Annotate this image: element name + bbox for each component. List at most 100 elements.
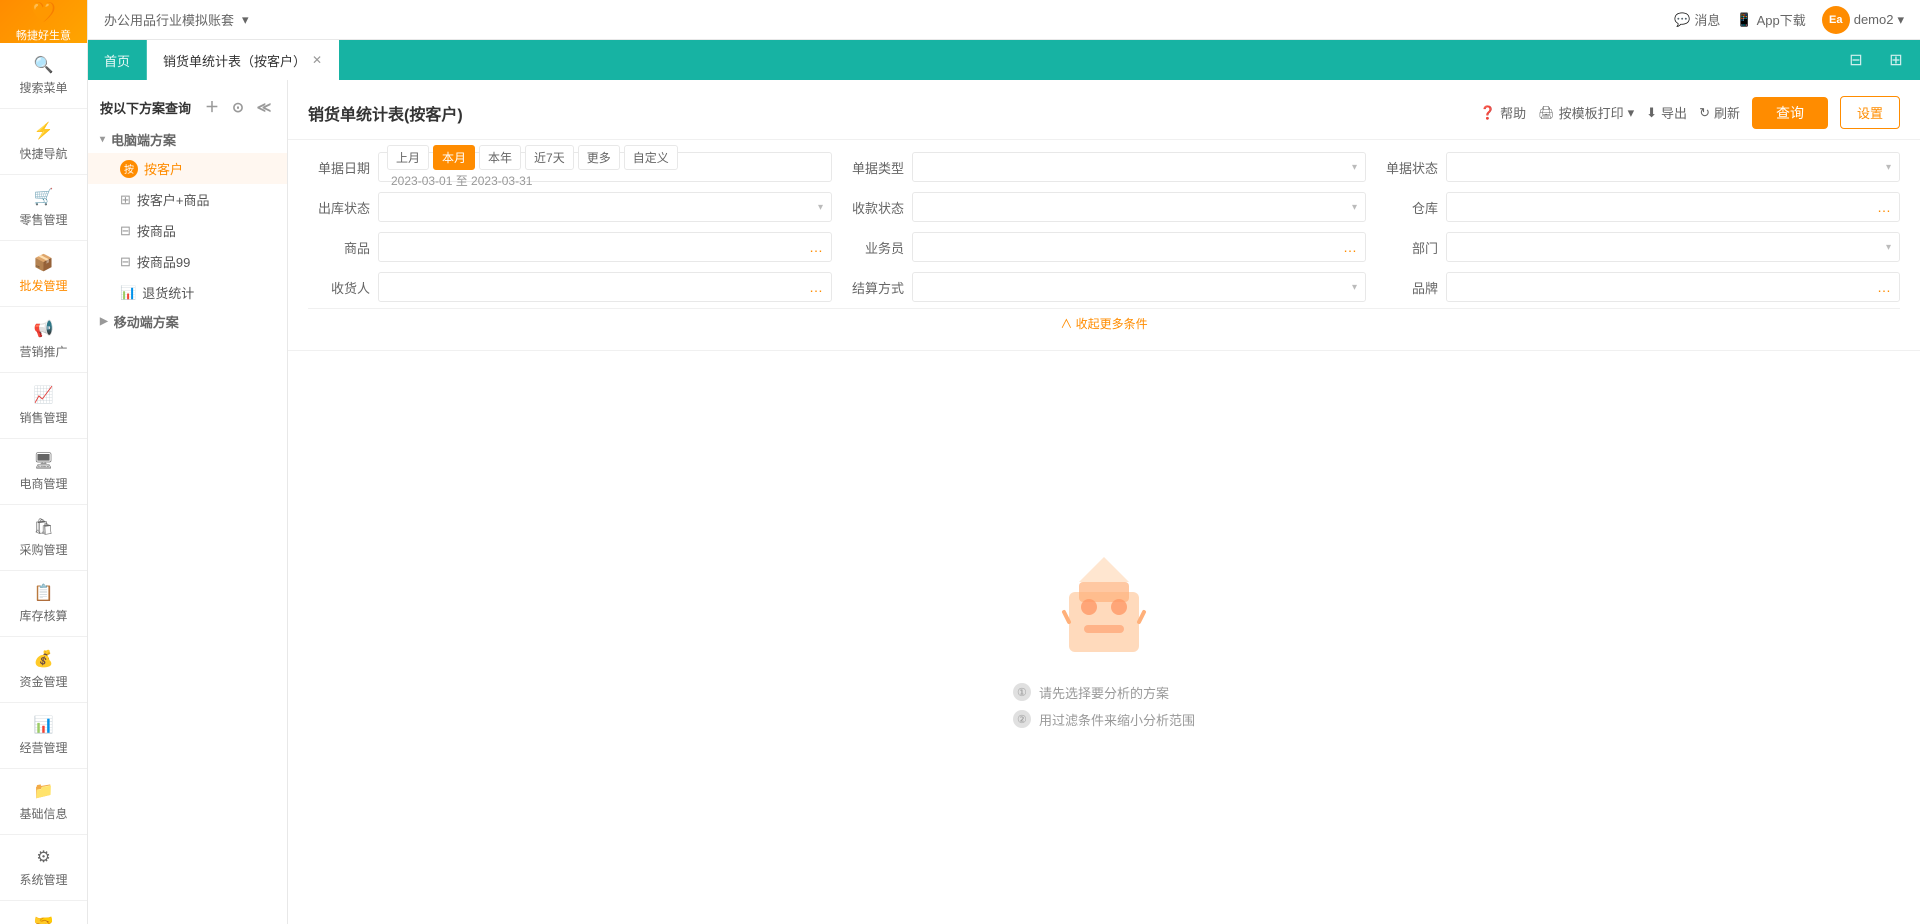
sidebar-item-retail[interactable]: 🛒 零售管理 <box>0 175 88 241</box>
sales-icon: 📈 <box>4 385 84 405</box>
empty-illustration <box>1044 547 1164 667</box>
doc-status-chevron: ▾ <box>1886 162 1891 173</box>
empty-hint-1: ① 请先选择要分析的方案 <box>1013 683 1195 702</box>
out-status-select[interactable]: ▾ <box>378 192 832 222</box>
industry-label: 办公用品行业模拟账套 <box>104 10 234 29</box>
salesman-label: 业务员 <box>842 238 912 257</box>
logo-text: 畅捷好生意 <box>16 27 71 43</box>
message-icon: 💬 <box>1674 12 1690 28</box>
left-panel-title: 按以下方案查询 <box>100 98 191 117</box>
product-input[interactable]: … <box>378 232 832 262</box>
tree-section-mobile[interactable]: ▶ 移动端方案 <box>88 308 287 335</box>
date-this-month[interactable]: 本月 <box>433 145 475 170</box>
sidebar-item-marketing[interactable]: 📢 营销推广 <box>0 307 88 373</box>
topbar-right: 💬 消息 📱 App下载 Ea demo2 ▾ <box>1674 6 1904 34</box>
app-download-label: App下载 <box>1757 10 1806 29</box>
tab-home[interactable]: 首页 <box>88 40 147 80</box>
collapse-panel-button[interactable]: ≪ <box>253 96 275 118</box>
industry-dropdown-icon: ▾ <box>242 12 249 28</box>
chevron-down-icon: ▾ <box>100 134 105 145</box>
product99-icon: ⊟ <box>120 254 131 270</box>
left-panel-header: 按以下方案查询 ＋ ⊙ ≪ <box>88 88 287 126</box>
message-label: 消息 <box>1694 10 1720 29</box>
sidebar-item-finance[interactable]: 💰 资金管理 <box>0 637 88 703</box>
sales-stat-tab-label: 销货单统计表（按客户） <box>163 51 306 70</box>
system-icon: ⚙ <box>4 847 84 867</box>
export-button[interactable]: ⬇ 导出 <box>1646 103 1687 122</box>
settle-select[interactable]: ▾ <box>912 272 1366 302</box>
tree-item-return-stat[interactable]: 📊 退货统计 <box>88 277 287 308</box>
sidebar-item-system[interactable]: ⚙ 系统管理 <box>0 835 88 901</box>
tree-item-by-customer[interactable]: 按 按客户 <box>88 153 287 184</box>
print-label: 按模板打印 <box>1559 103 1624 122</box>
sidebar-item-cooperation[interactable]: 🤝 企业协同 <box>0 901 88 924</box>
sidebar-item-label: 电商管理 <box>4 475 84 492</box>
collect-status-select[interactable]: ▾ <box>912 192 1366 222</box>
filter-brand-cell: 品牌 … <box>1376 272 1900 302</box>
setting-button[interactable]: 设置 <box>1840 96 1900 129</box>
refresh-button[interactable]: ↻ 刷新 <box>1699 103 1740 122</box>
sidebar-item-label: 批发管理 <box>4 277 84 294</box>
date-last-month[interactable]: 上月 <box>387 145 429 170</box>
sidebar-item-search[interactable]: 🔍 搜索菜单 <box>0 43 88 109</box>
collapse-bar[interactable]: ∧ 收起更多条件 <box>308 308 1900 338</box>
date-this-year[interactable]: 本年 <box>479 145 521 170</box>
sidebar-item-label: 资金管理 <box>4 673 84 690</box>
tab-sales-stat[interactable]: 销货单统计表（按客户） ✕ <box>147 40 339 80</box>
add-scheme-button[interactable]: ＋ <box>201 96 223 118</box>
doc-status-select[interactable]: ▾ <box>1446 152 1900 182</box>
sidebar-item-base[interactable]: 📁 基础信息 <box>0 769 88 835</box>
tree-item-by-product[interactable]: ⊟ 按商品 <box>88 215 287 246</box>
sidebar-item-ecommerce[interactable]: 🖥 电商管理 <box>0 439 88 505</box>
empty-hints: ① 请先选择要分析的方案 ② 用过滤条件来缩小分析范围 <box>1013 683 1195 729</box>
receiver-input[interactable]: … <box>378 272 832 302</box>
sidebar-item-wholesale[interactable]: 📦 批发管理 <box>0 241 88 307</box>
tree-item-label: 按客户+商品 <box>137 190 210 209</box>
sidebar-item-operations[interactable]: 📊 经营管理 <box>0 703 88 769</box>
sidebar-item-label: 系统管理 <box>4 871 84 888</box>
query-button[interactable]: 查询 <box>1752 97 1828 129</box>
brand-label: 品牌 <box>1376 278 1446 297</box>
edit-scheme-button[interactable]: ⊙ <box>227 96 249 118</box>
user-menu[interactable]: Ea demo2 ▾ <box>1822 6 1904 34</box>
sidebar-item-purchase[interactable]: 🛍 采购管理 <box>0 505 88 571</box>
avatar: Ea <box>1822 6 1850 34</box>
dept-select[interactable]: ▾ <box>1446 232 1900 262</box>
filter-collect-status-cell: 收款状态 ▾ <box>842 192 1366 222</box>
ecommerce-icon: 🖥 <box>4 451 84 471</box>
filter-warehouse-cell: 仓库 … <box>1376 192 1900 222</box>
tree-section-desktop[interactable]: ▾ 电脑端方案 <box>88 126 287 153</box>
help-button[interactable]: ❓ 帮助 <box>1480 103 1526 122</box>
message-button[interactable]: 💬 消息 <box>1674 10 1720 29</box>
tab-maximize-button[interactable]: ⊞ <box>1880 44 1912 76</box>
industry-selector[interactable]: 办公用品行业模拟账套 ▾ <box>104 10 249 29</box>
date-input[interactable]: 上月 本月 本年 近7天 更多 自定义 2023-03-01 至 2023-03… <box>378 152 832 182</box>
print-icon: 🖨 <box>1538 105 1555 121</box>
sidebar-item-inventory[interactable]: 📋 库存核算 <box>0 571 88 637</box>
app-download-button[interactable]: 📱 App下载 <box>1736 10 1805 29</box>
date-custom[interactable]: 自定义 <box>624 145 678 170</box>
doc-type-select[interactable]: ▾ <box>912 152 1366 182</box>
date-more[interactable]: 更多 <box>578 145 620 170</box>
tree-item-product-99[interactable]: ⊟ 按商品99 <box>88 246 287 277</box>
tab-close-icon[interactable]: ✕ <box>312 53 322 67</box>
warehouse-input[interactable]: … <box>1446 192 1900 222</box>
sidebar-item-quick-nav[interactable]: ⚡ 快捷导航 <box>0 109 88 175</box>
salesman-input[interactable]: … <box>912 232 1366 262</box>
chevron-right-icon: ▶ <box>100 316 108 327</box>
tree-item-label: 按客户 <box>144 159 183 178</box>
filter-receiver-cell: 收货人 … <box>308 272 832 302</box>
page-title: 销货单统计表(按客户) <box>308 101 463 125</box>
user-dropdown-icon: ▾ <box>1897 12 1904 28</box>
search-icon: 🔍 <box>4 55 84 75</box>
help-icon: ❓ <box>1480 105 1496 121</box>
brand-input[interactable]: … <box>1446 272 1900 302</box>
export-icon: ⬇ <box>1646 105 1657 121</box>
tree-item-customer-product[interactable]: ⊞ 按客户+商品 <box>88 184 287 215</box>
tab-minimize-button[interactable]: ⊟ <box>1840 44 1872 76</box>
print-button[interactable]: 🖨 按模板打印 ▾ <box>1538 103 1634 122</box>
date-7days[interactable]: 近7天 <box>525 145 574 170</box>
topbar: 办公用品行业模拟账套 ▾ 💬 消息 📱 App下载 Ea demo2 ▾ <box>88 0 1920 40</box>
sidebar-item-sales[interactable]: 📈 销售管理 <box>0 373 88 439</box>
app-logo[interactable]: 🧡 畅捷好生意 <box>0 0 88 43</box>
